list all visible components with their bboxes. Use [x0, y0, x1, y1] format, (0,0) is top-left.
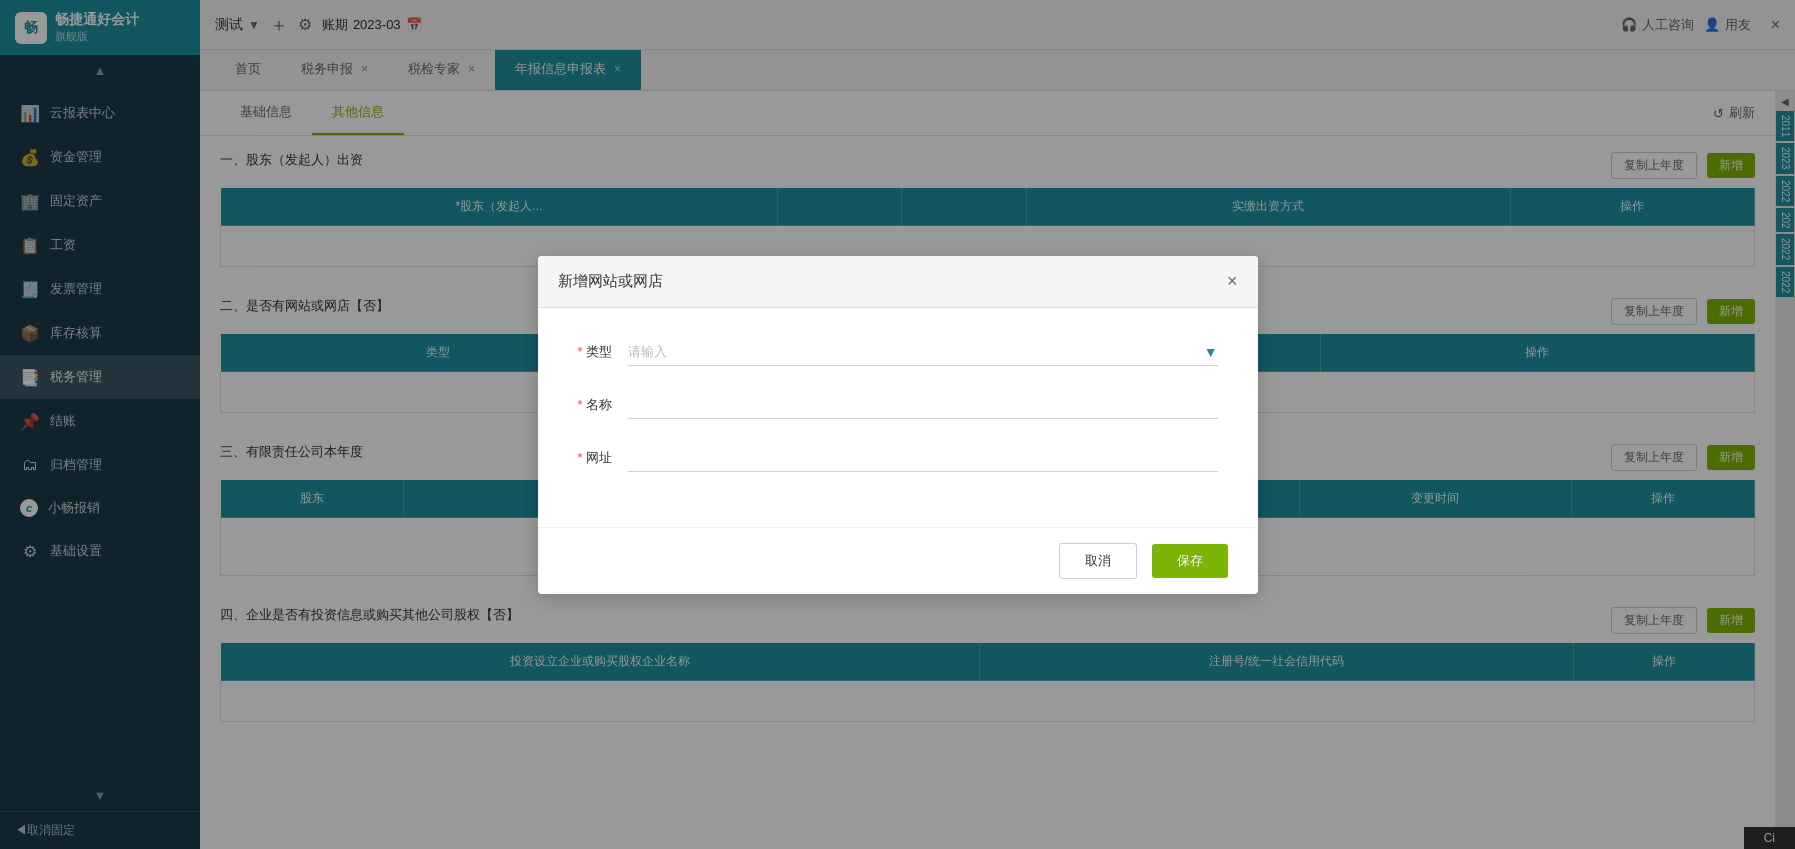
url-label-text: 网址: [586, 450, 612, 465]
name-label: * 名称: [578, 396, 628, 414]
form-row-type: * 类型 ▼: [578, 338, 1218, 366]
type-required-mark: *: [578, 344, 583, 359]
modal-footer: 取消 保存: [538, 527, 1258, 594]
modal-close-button[interactable]: ×: [1227, 271, 1238, 292]
modal-body: * 类型 ▼ * 名称 * 网址: [538, 308, 1258, 527]
name-label-text: 名称: [586, 397, 612, 412]
modal-add-website: 新增网站或网店 × * 类型 ▼ * 名称: [538, 256, 1258, 594]
modal-title: 新增网站或网店: [558, 272, 663, 291]
type-input-wrap: ▼: [628, 338, 1218, 366]
form-row-url: * 网址: [578, 444, 1218, 472]
save-button[interactable]: 保存: [1152, 544, 1228, 578]
form-row-name: * 名称: [578, 391, 1218, 419]
name-input-wrap: [628, 391, 1218, 419]
type-input[interactable]: [628, 338, 1218, 366]
type-label-text: 类型: [586, 344, 612, 359]
url-input[interactable]: [628, 444, 1218, 472]
type-label: * 类型: [578, 343, 628, 361]
url-required-mark: *: [578, 450, 583, 465]
name-input[interactable]: [628, 391, 1218, 419]
modal-overlay: 新增网站或网店 × * 类型 ▼ * 名称: [0, 0, 1795, 849]
url-label: * 网址: [578, 449, 628, 467]
url-input-wrap: [628, 444, 1218, 472]
modal-header: 新增网站或网店 ×: [538, 256, 1258, 308]
cancel-button[interactable]: 取消: [1059, 543, 1137, 579]
name-required-mark: *: [578, 397, 583, 412]
